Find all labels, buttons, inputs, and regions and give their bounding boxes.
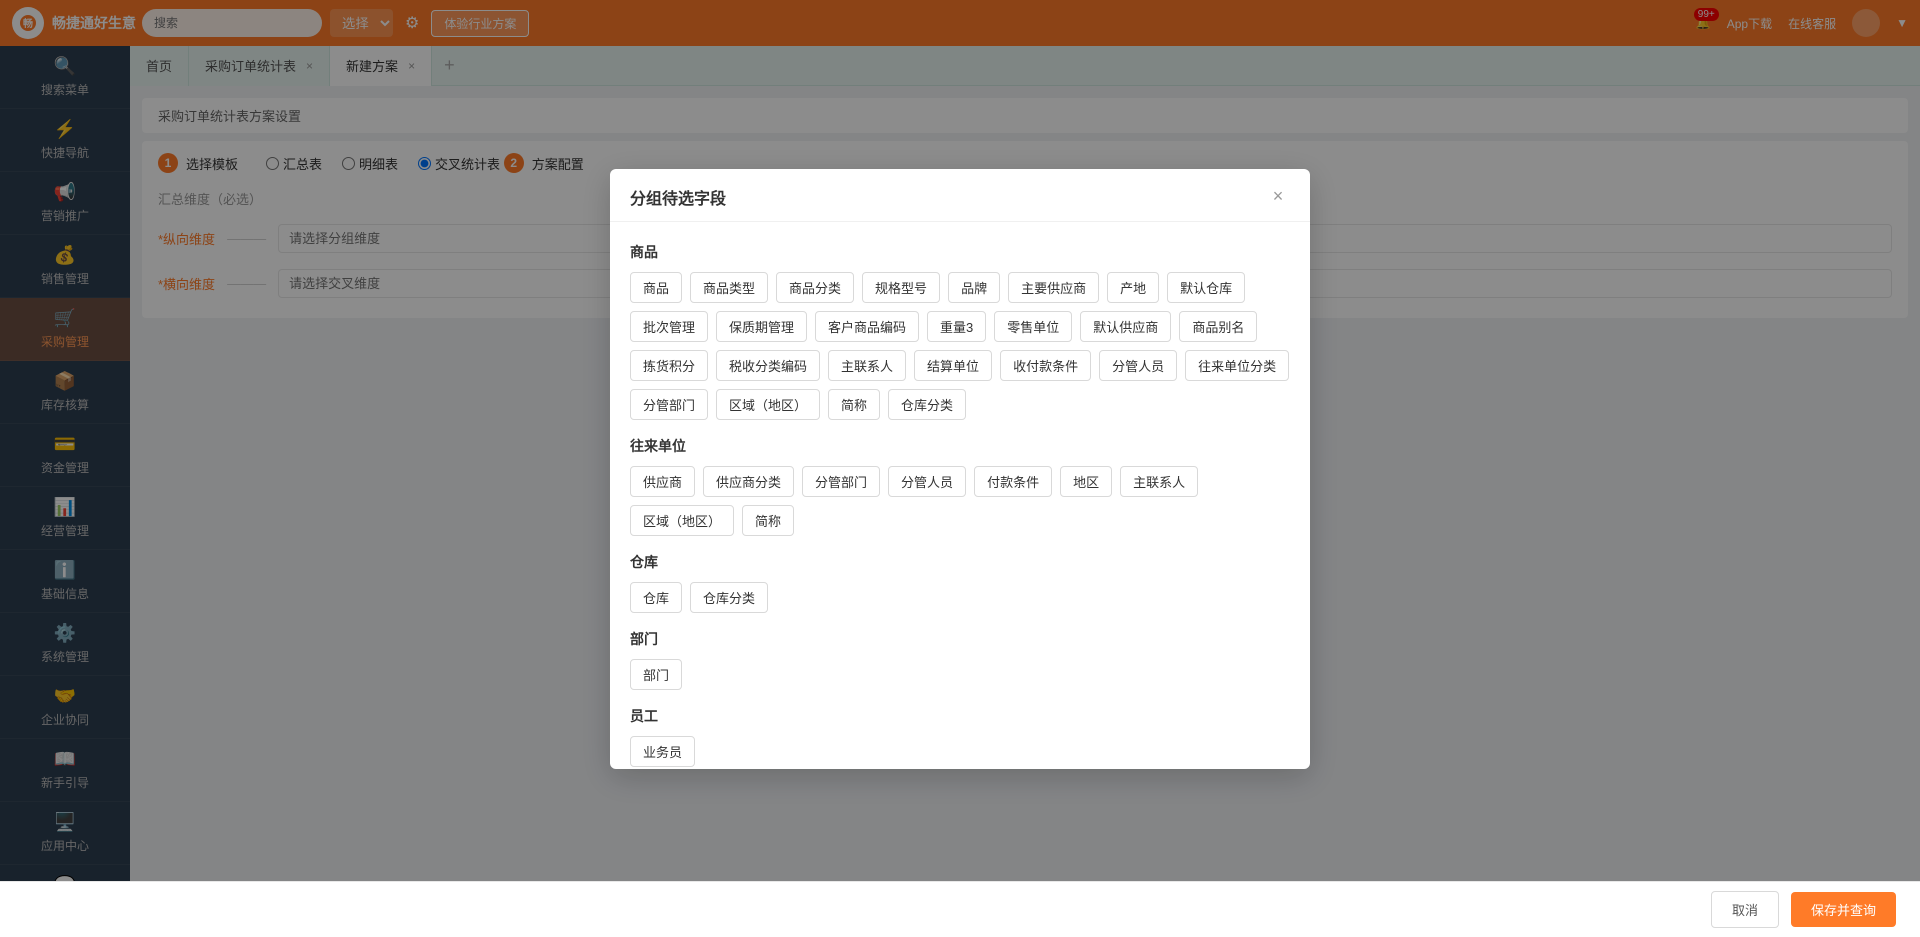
field-chip-2-1[interactable]: 仓库分类 (690, 582, 768, 613)
field-chip-0-7[interactable]: 默认仓库 (1167, 272, 1245, 303)
field-chip-0-9[interactable]: 保质期管理 (716, 311, 807, 342)
field-chip-1-8[interactable]: 简称 (742, 505, 794, 536)
field-chip-0-13[interactable]: 默认供应商 (1080, 311, 1171, 342)
field-grid-4: 业务员 (630, 736, 1290, 767)
field-chip-0-15[interactable]: 拣货积分 (630, 350, 708, 381)
dialog-body: 商品商品商品类型商品分类规格型号品牌主要供应商产地默认仓库批次管理保质期管理客户… (610, 222, 1310, 769)
field-chip-1-3[interactable]: 分管人员 (888, 466, 966, 497)
field-chip-0-25[interactable]: 仓库分类 (888, 389, 966, 420)
field-chip-0-6[interactable]: 产地 (1107, 272, 1159, 303)
field-chip-0-23[interactable]: 区域（地区） (716, 389, 820, 420)
field-chip-4-0[interactable]: 业务员 (630, 736, 695, 767)
field-chip-0-8[interactable]: 批次管理 (630, 311, 708, 342)
field-chip-0-3[interactable]: 规格型号 (862, 272, 940, 303)
dialog: 分组待选字段 × 商品商品商品类型商品分类规格型号品牌主要供应商产地默认仓库批次… (610, 169, 1310, 769)
dialog-title: 分组待选字段 (630, 185, 726, 209)
section-title-0: 商品 (630, 242, 1290, 262)
field-chip-0-16[interactable]: 税收分类编码 (716, 350, 820, 381)
field-chip-1-6[interactable]: 主联系人 (1120, 466, 1198, 497)
dialog-overlay: 分组待选字段 × 商品商品商品类型商品分类规格型号品牌主要供应商产地默认仓库批次… (0, 0, 1920, 937)
field-chip-0-20[interactable]: 分管人员 (1099, 350, 1177, 381)
field-chip-0-4[interactable]: 品牌 (948, 272, 1000, 303)
section-title-3: 部门 (630, 629, 1290, 649)
field-chip-2-0[interactable]: 仓库 (630, 582, 682, 613)
field-chip-3-0[interactable]: 部门 (630, 659, 682, 690)
field-chip-1-4[interactable]: 付款条件 (974, 466, 1052, 497)
section-title-1: 往来单位 (630, 436, 1290, 456)
field-chip-0-21[interactable]: 往来单位分类 (1185, 350, 1289, 381)
field-chip-0-11[interactable]: 重量3 (927, 311, 986, 342)
field-chip-1-0[interactable]: 供应商 (630, 466, 695, 497)
field-grid-2: 仓库仓库分类 (630, 582, 1290, 613)
field-chip-0-1[interactable]: 商品类型 (690, 272, 768, 303)
field-chip-0-24[interactable]: 简称 (828, 389, 880, 420)
section-title-2: 仓库 (630, 552, 1290, 572)
field-grid-1: 供应商供应商分类分管部门分管人员付款条件地区主联系人区域（地区） 简称 (630, 466, 1290, 536)
cancel-btn[interactable]: 取消 (1711, 891, 1779, 928)
dialog-header: 分组待选字段 × (610, 169, 1310, 222)
field-chip-1-5[interactable]: 地区 (1060, 466, 1112, 497)
dialog-close-btn[interactable]: × (1266, 185, 1290, 209)
field-chip-0-0[interactable]: 商品 (630, 272, 682, 303)
field-chip-0-14[interactable]: 商品别名 (1179, 311, 1257, 342)
field-grid-3: 部门 (630, 659, 1290, 690)
save-btn[interactable]: 保存并查询 (1791, 892, 1896, 927)
field-chip-0-2[interactable]: 商品分类 (776, 272, 854, 303)
section-title-4: 员工 (630, 706, 1290, 726)
field-chip-0-19[interactable]: 收付款条件 (1000, 350, 1091, 381)
field-chip-0-10[interactable]: 客户商品编码 (815, 311, 919, 342)
field-chip-0-22[interactable]: 分管部门 (630, 389, 708, 420)
field-chip-1-7[interactable]: 区域（地区） (630, 505, 734, 536)
field-grid-0: 商品商品类型商品分类规格型号品牌主要供应商产地默认仓库批次管理保质期管理客户商品… (630, 272, 1290, 420)
field-chip-0-18[interactable]: 结算单位 (914, 350, 992, 381)
field-chip-1-1[interactable]: 供应商分类 (703, 466, 794, 497)
field-chip-0-5[interactable]: 主要供应商 (1008, 272, 1099, 303)
action-bar: 取消 保存并查询 (0, 881, 1920, 937)
field-chip-0-12[interactable]: 零售单位 (994, 311, 1072, 342)
field-chip-0-17[interactable]: 主联系人 (828, 350, 906, 381)
field-chip-1-2[interactable]: 分管部门 (802, 466, 880, 497)
